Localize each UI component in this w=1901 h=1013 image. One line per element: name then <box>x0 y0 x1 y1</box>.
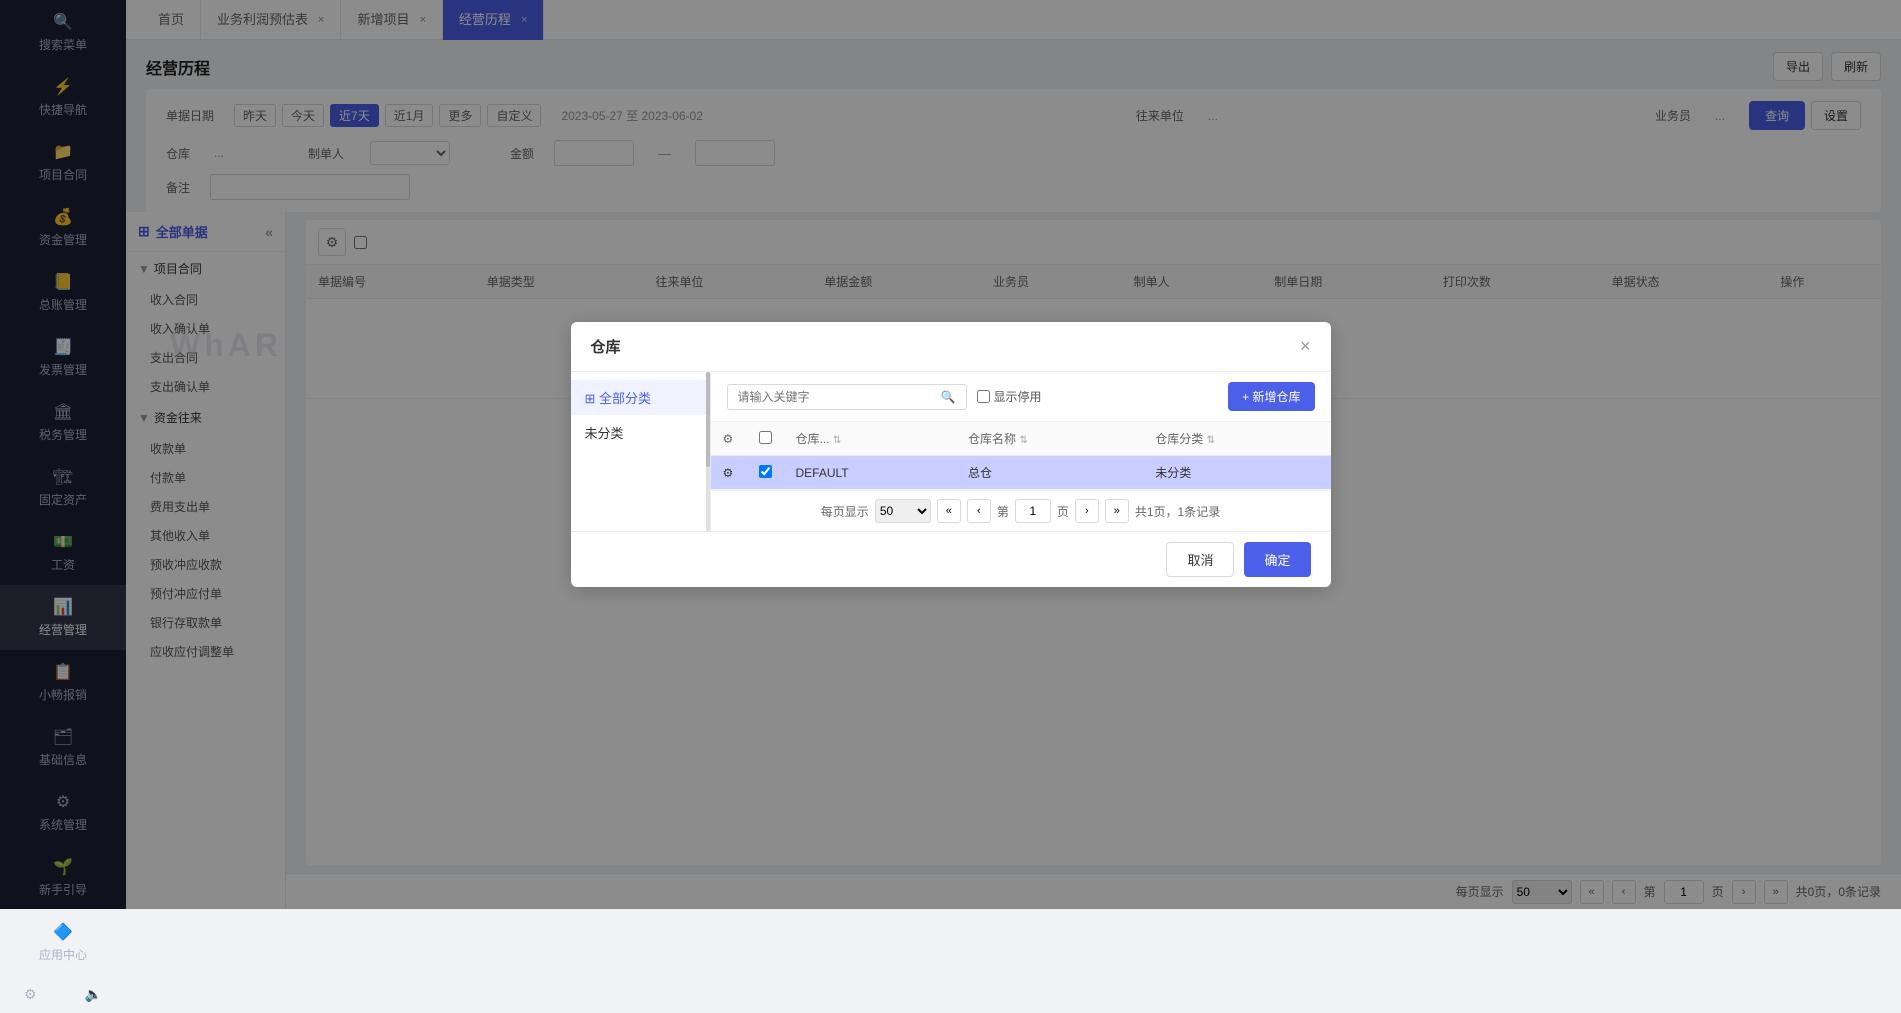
modal-pagination: 每页显示 50 « ‹ 第 页 › » 共1页，1条记录 <box>711 490 1331 531</box>
modal-per-page-label: 每页显示 <box>821 503 869 520</box>
modal-body: ⊞ 全部分类未分类 🔍 显示停用 + 新增仓库 <box>571 372 1331 531</box>
modal-close-button[interactable]: × <box>1300 336 1311 357</box>
row-settings[interactable]: ⚙ <box>711 456 747 490</box>
modal-title: 仓库 <box>591 336 621 357</box>
col-checkbox-header <box>747 422 784 456</box>
col-name-sort-icon[interactable]: ⇅ <box>1019 435 1027 446</box>
col-code-label: 仓库... <box>796 432 830 446</box>
modal-last-page-button[interactable]: » <box>1105 499 1129 523</box>
add-warehouse-button[interactable]: + 新增仓库 <box>1228 382 1314 411</box>
audio-icon[interactable]: 🔈 <box>85 986 102 1003</box>
modal-overlay: 仓库 × ⊞ 全部分类未分类 🔍 <box>0 0 1901 909</box>
modal-warehouse-table: ⚙ 仓库... ⇅ 仓库名称 <box>711 422 1331 490</box>
modal-first-page-button[interactable]: « <box>937 499 961 523</box>
modal-select-all-checkbox[interactable] <box>759 431 772 444</box>
sidebar-item-label: 应用中心 <box>39 946 87 963</box>
modal-toolbar: 🔍 显示停用 + 新增仓库 <box>711 372 1331 422</box>
modal-right-panel: 🔍 显示停用 + 新增仓库 ⚙ <box>711 372 1331 531</box>
show-disabled-label[interactable]: 显示停用 <box>977 388 1042 405</box>
row-checkbox[interactable] <box>747 456 784 490</box>
show-disabled-checkbox[interactable] <box>977 390 990 403</box>
modal-footer: 取消 确定 <box>571 531 1331 587</box>
appcenter-icon: 🔷 <box>53 922 73 942</box>
col-name-header: 仓库名称 ⇅ <box>956 422 1143 456</box>
modal-header: 仓库 × <box>571 322 1331 372</box>
show-disabled-text: 显示停用 <box>994 388 1042 405</box>
all-icon: ⊞ <box>585 391 596 406</box>
modal-table-row[interactable]: ⚙ DEFAULT 总仓 未分类 <box>711 456 1331 490</box>
modal-page-suffix: 页 <box>1057 503 1069 520</box>
col-code-header: 仓库... ⇅ <box>784 422 956 456</box>
modal-per-page-select[interactable]: 50 <box>875 499 931 523</box>
modal-category-list: ⊞ 全部分类未分类 <box>571 372 711 531</box>
sidebar-item-appcenter[interactable]: 🔷 应用中心 <box>0 910 126 975</box>
col-settings-header: ⚙ <box>711 422 747 456</box>
col-category-sort-icon[interactable]: ⇅ <box>1207 435 1215 446</box>
modal-page-prefix: 第 <box>997 503 1009 520</box>
warehouse-modal: 仓库 × ⊞ 全部分类未分类 🔍 <box>571 322 1331 587</box>
modal-page-input[interactable] <box>1015 499 1051 523</box>
col-name-label: 仓库名称 <box>968 432 1016 446</box>
modal-table-header: ⚙ 仓库... ⇅ 仓库名称 <box>711 422 1331 456</box>
row-name: 总仓 <box>956 456 1143 490</box>
col-category-header: 仓库分类 ⇅ <box>1143 422 1330 456</box>
col-code-sort-icon[interactable]: ⇅ <box>833 435 841 446</box>
modal-total-text: 共1页，1条记录 <box>1135 503 1220 520</box>
modal-next-page-button[interactable]: › <box>1075 499 1099 523</box>
modal-search-input[interactable] <box>738 390 935 404</box>
modal-category-all[interactable]: ⊞ 全部分类 <box>571 380 710 415</box>
modal-category-unclassified[interactable]: 未分类 <box>571 415 710 450</box>
modal-cancel-button[interactable]: 取消 <box>1166 542 1234 577</box>
col-category-label: 仓库分类 <box>1155 432 1203 446</box>
settings-icon[interactable]: ⚙ <box>24 986 37 1003</box>
modal-table-wrap: ⚙ 仓库... ⇅ 仓库名称 <box>711 422 1331 490</box>
row-code: DEFAULT <box>784 456 956 490</box>
settings-icon[interactable]: ⚙ <box>723 432 734 446</box>
modal-search-icon: 🔍 <box>941 390 956 404</box>
sidebar-bottom: ⚙ 🔈 <box>0 975 126 1013</box>
row-select-checkbox[interactable] <box>759 465 772 478</box>
modal-scrollbar-thumb <box>706 372 710 467</box>
modal-ok-button[interactable]: 确定 <box>1244 542 1310 577</box>
modal-search-field[interactable]: 🔍 <box>727 384 967 410</box>
modal-prev-page-button[interactable]: ‹ <box>967 499 991 523</box>
row-category: 未分类 <box>1143 456 1330 490</box>
